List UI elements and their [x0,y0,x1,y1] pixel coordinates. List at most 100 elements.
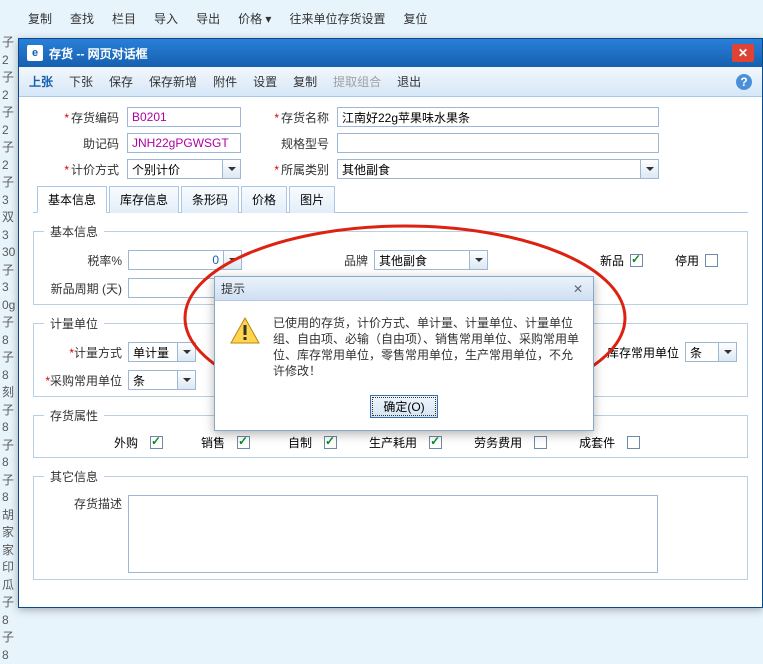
code-input[interactable] [127,107,241,127]
prev-button[interactable]: 上张 [29,73,53,90]
menu-item[interactable]: 价格 ▾ [238,10,271,27]
label-purchaseunit: *采购常用单位 [44,372,122,389]
menu-item[interactable]: 查找 [70,10,94,27]
menu-item[interactable]: 复制 [28,10,52,27]
tab-basic[interactable]: 基本信息 [37,186,107,213]
desc-textarea[interactable] [128,495,658,573]
label-tax: 税率% [44,252,122,269]
prodconsume-checkbox[interactable] [429,436,442,449]
other-legend: 其它信息 [44,468,104,485]
pricing-input[interactable] [127,159,223,179]
category-combo[interactable] [337,159,659,179]
bg-row: 子2 [0,34,20,69]
ok-button[interactable]: 确定(O) [370,395,437,418]
close-icon[interactable]: ✕ [732,44,754,62]
kit-checkbox[interactable] [627,436,640,449]
bg-row: 双3 [0,209,20,244]
outsource-checkbox[interactable] [150,436,163,449]
bg-list: 子2 子2 子2 子2 子3 双3 30 子3 0g 子8 子8 刻 子8 子8… [0,34,20,664]
disable-checkbox[interactable] [705,254,718,267]
label-kit: 成套件 [579,434,615,451]
bg-row: 印 [0,559,20,577]
dialog-title: 存货 -- 网页对话框 [49,45,148,62]
settings-button[interactable]: 设置 [253,73,277,90]
chevron-down-icon[interactable] [178,370,196,390]
category-input[interactable] [337,159,641,179]
newflag-checkbox[interactable] [630,254,643,267]
bg-row: 子2 [0,139,20,174]
tax-combo[interactable] [128,250,242,270]
bg-row: 子2 [0,69,20,104]
chevron-down-icon[interactable] [224,250,242,270]
purchaseunit-input[interactable] [128,370,178,390]
extract-group-button: 提取组合 [333,73,381,90]
mnemonic-input[interactable] [127,133,241,153]
copy-button[interactable]: 复制 [293,73,317,90]
dialog-toolbar: 上张 下张 保存 保存新增 附件 设置 复制 提取组合 退出 ? [19,67,762,97]
unitmethod-input[interactable] [128,342,178,362]
purchaseunit-combo[interactable] [128,370,196,390]
chevron-down-icon[interactable] [641,159,659,179]
dialog-titlebar[interactable]: e 存货 -- 网页对话框 ✕ [19,39,762,67]
app-menubar: 复制 查找 栏目 导入 导出 价格 ▾ 往来单位存货设置 复位 [0,0,763,37]
label-category: 所属类别 [245,161,333,178]
label-newperiod: 新品周期 (天) [44,280,122,297]
label-prodconsume: 生产耗用 [369,434,417,451]
brand-input[interactable] [374,250,470,270]
label-desc: 存货描述 [44,495,122,512]
bg-row: 子3 [0,262,20,297]
label-brand: 品牌 [248,252,368,269]
save-button[interactable]: 保存 [109,73,133,90]
tab-price[interactable]: 价格 [241,186,287,213]
label-unitmethod: *计量方式 [44,344,122,361]
menu-item[interactable]: 复位 [403,10,427,27]
window-icon: e [27,45,43,61]
menu-item[interactable]: 栏目 [112,10,136,27]
warning-icon [229,315,261,347]
stockunit-input[interactable] [685,342,719,362]
basic-legend: 基本信息 [44,223,104,240]
attach-button[interactable]: 附件 [213,73,237,90]
laborcost-checkbox[interactable] [534,436,547,449]
help-icon[interactable]: ? [736,74,752,90]
bg-row: 刻 [0,384,20,402]
unitmethod-combo[interactable] [128,342,196,362]
chevron-down-icon[interactable] [719,342,737,362]
label-sale: 销售 [201,434,225,451]
selfmade-checkbox[interactable] [324,436,337,449]
menu-item[interactable]: 往来单位存货设置 [289,10,385,27]
chevron-down-icon[interactable] [223,159,241,179]
exit-button[interactable]: 退出 [397,73,421,90]
stockunit-combo[interactable] [685,342,737,362]
chevron-down-icon[interactable] [178,342,196,362]
menu-item[interactable]: 导入 [154,10,178,27]
menu-item[interactable]: 导出 [196,10,220,27]
message-titlebar[interactable]: 提示 ✕ [215,277,593,301]
next-button[interactable]: 下张 [69,73,93,90]
header-form: 存货编码 存货名称 助记码 规格型号 计价方式 所属类别 基本信息 库 [19,97,762,217]
brand-combo[interactable] [374,250,488,270]
label-mnemonic: 助记码 [33,135,123,152]
bg-row: 瓜 [0,577,20,595]
close-icon[interactable]: ✕ [569,282,587,296]
bg-row: 子8 [0,629,20,664]
attr-legend: 存货属性 [44,407,104,424]
tab-image[interactable]: 图片 [289,186,335,213]
tab-barcode[interactable]: 条形码 [181,186,239,213]
label-selfmade: 自制 [288,434,312,451]
name-input[interactable] [337,107,659,127]
bg-row: 家 [0,542,20,560]
sale-checkbox[interactable] [237,436,250,449]
chevron-down-icon[interactable] [470,250,488,270]
label-disable: 停用 [675,252,699,269]
bg-row: 子8 [0,594,20,629]
message-dialog: 提示 ✕ 已使用的存货，计价方式、单计量、计量单位、计量单位组、自由项、必输（自… [214,276,594,431]
bg-row: 子8 [0,314,20,349]
message-title: 提示 [221,280,245,297]
bg-row: 子8 [0,437,20,472]
tax-input[interactable] [128,250,224,270]
save-new-button[interactable]: 保存新增 [149,73,197,90]
tab-stock[interactable]: 库存信息 [109,186,179,213]
spec-input[interactable] [337,133,659,153]
pricing-combo[interactable] [127,159,241,179]
